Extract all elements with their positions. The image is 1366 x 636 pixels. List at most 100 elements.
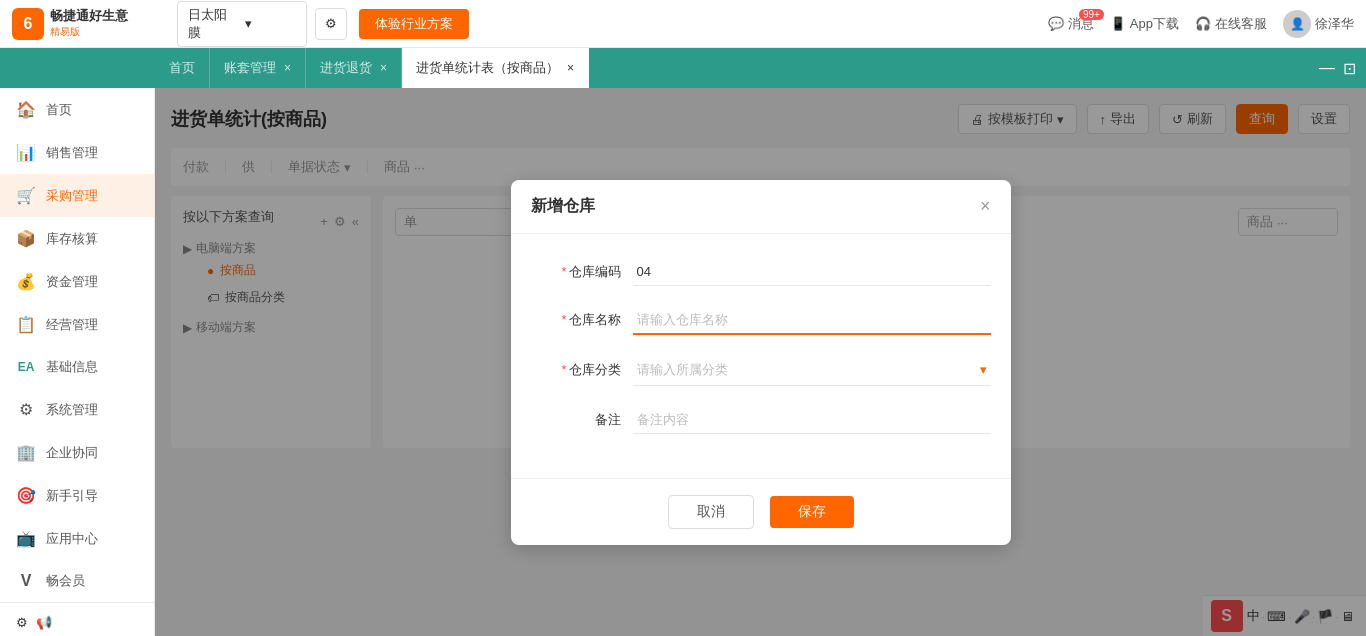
home-icon: 🏠 xyxy=(16,100,36,119)
app-label: App下载 xyxy=(1130,15,1179,33)
note-input[interactable] xyxy=(633,406,991,434)
vip-icon: V xyxy=(16,572,36,590)
tab-bar: 首页 账套管理 × 进货退货 × 进货单统计表（按商品） × — ⊡ xyxy=(0,48,1366,88)
sidebar-system-label: 系统管理 xyxy=(46,401,98,419)
modal-close-button[interactable]: × xyxy=(980,196,991,217)
tab-purchase-stats-close[interactable]: × xyxy=(567,61,574,75)
speaker-icon[interactable]: 📢 xyxy=(36,615,52,630)
trial-button[interactable]: 体验行业方案 xyxy=(359,9,469,39)
sidebar-item-vip[interactable]: V 畅会员 xyxy=(0,560,154,602)
tab-purchase-return-close[interactable]: × xyxy=(380,61,387,75)
message-icon: 💬 xyxy=(1048,16,1064,31)
basic-info-icon: EA xyxy=(16,360,36,374)
sidebar-item-inventory[interactable]: 📦 库存核算 xyxy=(0,217,154,260)
guide-icon: 🎯 xyxy=(16,486,36,505)
sidebar-basic-info-label: 基础信息 xyxy=(46,358,98,376)
modal-title: 新增仓库 xyxy=(531,196,595,217)
sidebar-home-label: 首页 xyxy=(46,101,72,119)
app-center-icon: 📺 xyxy=(16,529,36,548)
category-placeholder: 请输入所属分类 xyxy=(637,361,980,379)
modal-header: 新增仓库 × xyxy=(511,180,1011,234)
tab-accounts[interactable]: 账套管理 × xyxy=(210,48,306,88)
warehouse-modal: 新增仓库 × 仓库编码 仓库名称 仓库分类 xyxy=(511,180,1011,545)
sidebar-cooperation-label: 企业协同 xyxy=(46,444,98,462)
chevron-down-icon: ▾ xyxy=(245,16,296,31)
tab-home[interactable]: 首页 xyxy=(155,48,210,88)
sidebar-item-operations[interactable]: 📋 经营管理 xyxy=(0,303,154,346)
sidebar-finance-label: 资金管理 xyxy=(46,273,98,291)
message-badge: 99+ xyxy=(1079,9,1104,20)
sidebar-operations-label: 经营管理 xyxy=(46,316,98,334)
store-name: 日太阳膜 xyxy=(188,6,239,42)
tab-purchase-return[interactable]: 进货退货 × xyxy=(306,48,402,88)
top-right: 💬 消息 99+ 📱 App下载 🎧 在线客服 👤 徐泽华 xyxy=(1048,10,1354,38)
name-row: 仓库名称 xyxy=(531,306,991,335)
logo-sub: 精易版 xyxy=(50,25,128,39)
service-label: 在线客服 xyxy=(1215,15,1267,33)
sidebar-item-system[interactable]: ⚙ 系统管理 xyxy=(0,388,154,431)
tab-purchase-return-label: 进货退货 xyxy=(320,59,372,77)
category-row: 仓库分类 请输入所属分类 ▾ xyxy=(531,355,991,386)
save-button[interactable]: 保存 xyxy=(770,496,854,528)
user-name: 徐泽华 xyxy=(1315,15,1354,33)
category-select[interactable]: 请输入所属分类 ▾ xyxy=(633,355,991,386)
sidebar-item-basic-info[interactable]: EA 基础信息 xyxy=(0,346,154,388)
headset-icon: 🎧 xyxy=(1195,16,1211,31)
modal-body: 仓库编码 仓库名称 仓库分类 请输入所属分类 ▾ xyxy=(511,234,1011,478)
sidebar-item-app-center[interactable]: 📺 应用中心 xyxy=(0,517,154,560)
tab-purchase-stats[interactable]: 进货单统计表（按商品） × xyxy=(402,48,589,88)
code-row: 仓库编码 xyxy=(531,258,991,286)
sidebar-item-finance[interactable]: 💰 资金管理 xyxy=(0,260,154,303)
inventory-icon: 📦 xyxy=(16,229,36,248)
tab-home-label: 首页 xyxy=(169,59,195,77)
sidebar-vip-label: 畅会员 xyxy=(46,572,85,590)
cooperation-icon: 🏢 xyxy=(16,443,36,462)
operations-icon: 📋 xyxy=(16,315,36,334)
sidebar-item-guide[interactable]: 🎯 新手引导 xyxy=(0,474,154,517)
messages-button[interactable]: 💬 消息 99+ xyxy=(1048,15,1094,33)
sidebar-guide-label: 新手引导 xyxy=(46,487,98,505)
name-input[interactable] xyxy=(633,306,991,335)
tab-accounts-label: 账套管理 xyxy=(224,59,276,77)
code-input[interactable] xyxy=(633,258,991,286)
avatar: 👤 xyxy=(1283,10,1311,38)
top-bar: 6 畅捷通好生意 精易版 日太阳膜 ▾ ⚙ 体验行业方案 💬 消息 99+ 📱 … xyxy=(0,0,1366,48)
user-profile-button[interactable]: 👤 徐泽华 xyxy=(1283,10,1354,38)
sidebar-item-cooperation[interactable]: 🏢 企业协同 xyxy=(0,431,154,474)
modal-overlay: 新增仓库 × 仓库编码 仓库名称 仓库分类 xyxy=(155,88,1366,636)
logo-text-area: 畅捷通好生意 精易版 xyxy=(50,8,128,39)
app-download-button[interactable]: 📱 App下载 xyxy=(1110,15,1179,33)
tab-minimize-button[interactable]: — xyxy=(1319,59,1335,77)
purchase-icon: 🛒 xyxy=(16,186,36,205)
sidebar-inventory-label: 库存核算 xyxy=(46,230,98,248)
logo-area: 6 畅捷通好生意 精易版 xyxy=(12,8,167,40)
sidebar-bottom: ⚙ 📢 xyxy=(0,602,154,636)
finance-icon: 💰 xyxy=(16,272,36,291)
phone-icon: 📱 xyxy=(1110,16,1126,31)
system-icon: ⚙ xyxy=(16,400,36,419)
sidebar-purchase-label: 采购管理 xyxy=(46,187,98,205)
store-selector[interactable]: 日太阳膜 ▾ xyxy=(177,1,307,47)
tab-actions: — ⊡ xyxy=(1319,59,1366,78)
customer-service-button[interactable]: 🎧 在线客服 xyxy=(1195,15,1267,33)
settings-bottom-icon[interactable]: ⚙ xyxy=(16,615,28,630)
content-area: 进货单统计(按商品) 🖨 按模板打印 ▾ ↑ 导出 ↺ 刷新 查询 xyxy=(155,88,1366,636)
note-label: 备注 xyxy=(531,411,621,429)
sidebar: 🏠 首页 📊 销售管理 🛒 采购管理 📦 库存核算 💰 资金管理 📋 经营管理 … xyxy=(0,88,155,636)
cancel-button[interactable]: 取消 xyxy=(668,495,754,529)
category-label: 仓库分类 xyxy=(531,361,621,379)
logo-icon: 6 xyxy=(12,8,44,40)
tab-accounts-close[interactable]: × xyxy=(284,61,291,75)
gear-button[interactable]: ⚙ xyxy=(315,8,347,40)
tab-expand-button[interactable]: ⊡ xyxy=(1343,59,1356,78)
category-arrow-icon: ▾ xyxy=(980,362,987,377)
sidebar-item-purchase[interactable]: 🛒 采购管理 xyxy=(0,174,154,217)
tab-purchase-stats-label: 进货单统计表（按商品） xyxy=(416,59,559,77)
modal-footer: 取消 保存 xyxy=(511,478,1011,545)
name-label: 仓库名称 xyxy=(531,311,621,329)
sidebar-app-center-label: 应用中心 xyxy=(46,530,98,548)
sidebar-sales-label: 销售管理 xyxy=(46,144,98,162)
sidebar-item-home[interactable]: 🏠 首页 xyxy=(0,88,154,131)
sidebar-item-sales[interactable]: 📊 销售管理 xyxy=(0,131,154,174)
main-layout: 🏠 首页 📊 销售管理 🛒 采购管理 📦 库存核算 💰 资金管理 📋 经营管理 … xyxy=(0,88,1366,636)
